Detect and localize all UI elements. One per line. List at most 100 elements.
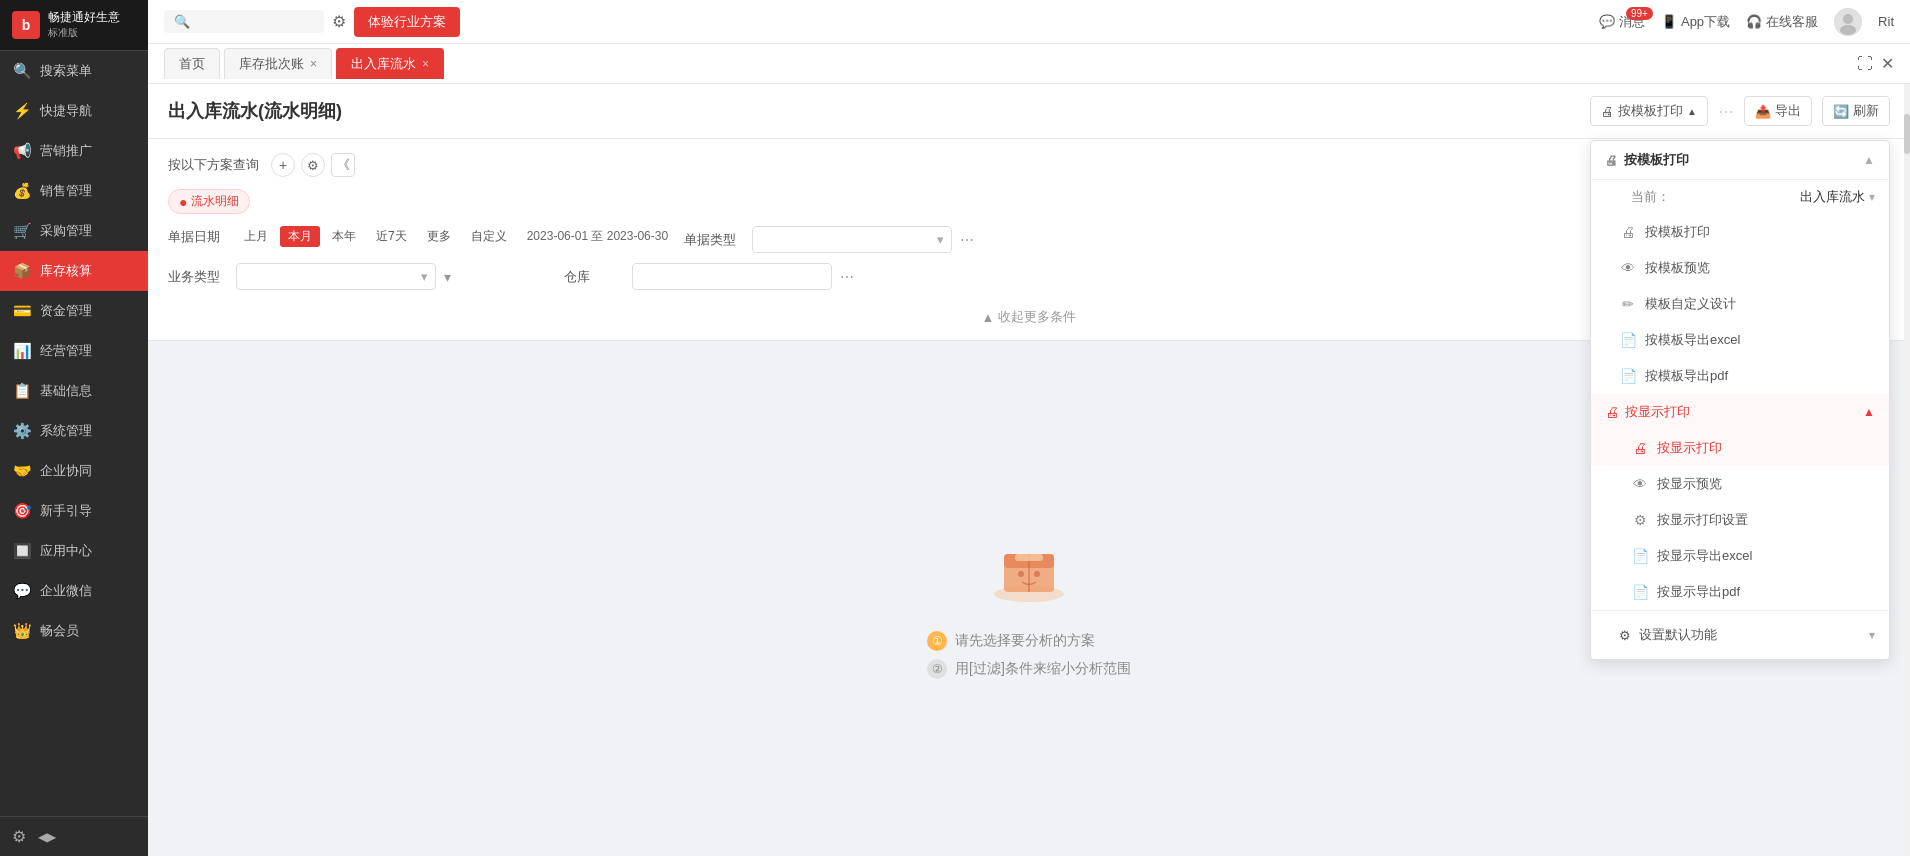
logo-icon: b bbox=[12, 11, 40, 39]
collapse-more-label: 收起更多条件 bbox=[998, 308, 1076, 326]
business-type-select[interactable] bbox=[236, 263, 436, 290]
eye-icon: 👁 bbox=[1619, 260, 1637, 276]
sidebar-item-operation[interactable]: 📊 经营管理 bbox=[0, 331, 148, 371]
sidebar-item-marketing[interactable]: 📢 营销推广 bbox=[0, 131, 148, 171]
print-template-button[interactable]: 🖨 按模板打印 ▲ bbox=[1590, 96, 1708, 126]
card-icon: 💳 bbox=[12, 301, 32, 321]
chart-icon: 📊 bbox=[12, 341, 32, 361]
dp-template-export-pdf[interactable]: 📄 按模板导出pdf bbox=[1591, 358, 1889, 394]
dp-display-export-excel[interactable]: 📄 按显示导出excel bbox=[1591, 538, 1889, 574]
tab-inout-flow-label: 出入库流水 bbox=[351, 55, 416, 73]
display-section-header[interactable]: 🖨 按显示打印 ▲ bbox=[1591, 394, 1889, 430]
sidebar-item-appcenter[interactable]: 🔲 应用中心 bbox=[0, 531, 148, 571]
sidebar-item-system[interactable]: ⚙️ 系统管理 bbox=[0, 411, 148, 451]
tab-inventory-batch[interactable]: 库存批次账 × bbox=[224, 48, 332, 79]
dp-display-preview[interactable]: 👁 按显示预览 bbox=[1591, 466, 1889, 502]
filter-settings-button[interactable]: ⚙ bbox=[301, 153, 325, 177]
message-icon: 💬 bbox=[1599, 14, 1615, 29]
dp-display-print-settings[interactable]: ⚙ 按显示打印设置 bbox=[1591, 502, 1889, 538]
date-btn-current-month[interactable]: 本月 bbox=[280, 226, 320, 247]
sidebar-item-inventory[interactable]: 📦 库存核算 bbox=[0, 251, 148, 291]
dp-template-export-excel[interactable]: 📄 按模板导出excel bbox=[1591, 322, 1889, 358]
message-button[interactable]: 💬 消息 99+ bbox=[1599, 13, 1645, 31]
tab-home[interactable]: 首页 bbox=[164, 48, 220, 79]
dp-set-default-label: 设置默认功能 bbox=[1639, 626, 1717, 644]
megaphone-icon: 📢 bbox=[12, 141, 32, 161]
handshake-icon: 🤝 bbox=[12, 461, 32, 481]
dropdown-current-template: 当前： 出入库流水 ▾ bbox=[1591, 180, 1889, 214]
user-avatar[interactable] bbox=[1834, 8, 1862, 36]
search-input[interactable] bbox=[194, 15, 314, 29]
svg-point-9 bbox=[1034, 571, 1040, 577]
current-arrow-icon: ▾ bbox=[1869, 190, 1875, 204]
sidebar-nav: 🔍 搜索菜单 ⚡ 快捷导航 📢 营销推广 💰 销售管理 🛒 采购管理 📦 bbox=[0, 51, 148, 816]
doc-type-more-btn[interactable]: ⋯ bbox=[960, 232, 974, 248]
flash-icon: ⚡ bbox=[12, 101, 32, 121]
sidebar-item-search[interactable]: 🔍 搜索菜单 bbox=[0, 51, 148, 91]
business-type-more-btn[interactable]: ▾ bbox=[444, 269, 451, 285]
sidebar-item-guide[interactable]: 🎯 新手引导 bbox=[0, 491, 148, 531]
dp-set-default-button[interactable]: ⚙ 设置默认功能 ▾ bbox=[1605, 620, 1875, 650]
sidebar-item-sales[interactable]: 💰 销售管理 bbox=[0, 171, 148, 211]
settings-bottom-icon[interactable]: ⚙ bbox=[12, 827, 26, 846]
right-scrollbar[interactable] bbox=[1904, 84, 1910, 856]
date-btn-custom[interactable]: 自定义 bbox=[463, 226, 515, 247]
dp-template-export-pdf-label: 按模板导出pdf bbox=[1645, 367, 1728, 385]
display-section-arrow: ▲ bbox=[1863, 405, 1875, 419]
date-label: 单据日期 bbox=[168, 228, 228, 246]
collapse-more-button[interactable]: ▲ 收起更多条件 bbox=[982, 308, 1077, 326]
close-tab-area-icon[interactable]: ✕ bbox=[1881, 54, 1894, 73]
refresh-button[interactable]: 🔄 刷新 bbox=[1822, 96, 1890, 126]
industry-solution-button[interactable]: 体验行业方案 bbox=[354, 7, 460, 37]
settings-gear-icon[interactable]: ⚙ bbox=[332, 12, 346, 31]
date-btn-current-year[interactable]: 本年 bbox=[324, 226, 364, 247]
fluid-tag[interactable]: ● 流水明细 bbox=[168, 189, 250, 214]
phone-icon: 📱 bbox=[1661, 14, 1677, 29]
dp-display-print[interactable]: 🖨 按显示打印 bbox=[1591, 430, 1889, 466]
empty-state: ① 请先选择要分析的方案 ② 用[过滤]条件来缩小分析范围 bbox=[927, 519, 1131, 679]
tab-close-inout-flow[interactable]: × bbox=[422, 57, 429, 71]
export-button[interactable]: 📤 导出 bbox=[1744, 96, 1812, 126]
doc-type-select[interactable] bbox=[752, 226, 952, 253]
logo-sub: 标准版 bbox=[48, 26, 120, 40]
dp-template-preview[interactable]: 👁 按模板预览 bbox=[1591, 250, 1889, 286]
right-scrollbar-thumb[interactable] bbox=[1904, 114, 1910, 154]
sidebar-item-cooperation[interactable]: 🤝 企业协同 bbox=[0, 451, 148, 491]
display-section-title: 🖨 按显示打印 bbox=[1605, 403, 1690, 421]
top-search-box[interactable]: 🔍 bbox=[164, 10, 324, 33]
dropdown-collapse-icon[interactable]: ▲ bbox=[1863, 153, 1875, 167]
filter-collapse-button[interactable]: 《 bbox=[331, 153, 355, 177]
date-btn-last-month[interactable]: 上月 bbox=[236, 226, 276, 247]
tab-inout-flow[interactable]: 出入库流水 × bbox=[336, 48, 444, 79]
sidebar-item-finance[interactable]: 💳 资金管理 bbox=[0, 291, 148, 331]
dp-template-print[interactable]: 🖨 按模板打印 bbox=[1591, 214, 1889, 250]
maximize-icon[interactable]: ⛶ bbox=[1857, 55, 1873, 73]
step-2-label: 用[过滤]条件来缩小分析范围 bbox=[955, 660, 1131, 678]
online-service-button[interactable]: 🎧 在线客服 bbox=[1746, 13, 1818, 31]
step-number-1: ① bbox=[927, 631, 947, 651]
fluid-tag-icon: ● bbox=[179, 194, 187, 210]
warehouse-more-btn[interactable]: ⋯ bbox=[840, 269, 854, 285]
dp-display-preview-label: 按显示预览 bbox=[1657, 475, 1722, 493]
dropdown-title: 🖨 按模板打印 bbox=[1605, 151, 1689, 169]
tab-close-inventory-batch[interactable]: × bbox=[310, 57, 317, 71]
dp-template-custom[interactable]: ✏ 模板自定义设计 bbox=[1591, 286, 1889, 322]
sidebar-item-basic[interactable]: 📋 基础信息 bbox=[0, 371, 148, 411]
app-download-button[interactable]: 📱 App下载 bbox=[1661, 13, 1730, 31]
date-btn-last-7-days[interactable]: 近7天 bbox=[368, 226, 415, 247]
sidebar-item-quick-nav[interactable]: ⚡ 快捷导航 bbox=[0, 91, 148, 131]
dp-display-export-pdf[interactable]: 📄 按显示导出pdf bbox=[1591, 574, 1889, 610]
date-btn-more[interactable]: 更多 bbox=[419, 226, 459, 247]
step-number-2: ② bbox=[927, 659, 947, 679]
warehouse-input[interactable] bbox=[632, 263, 832, 290]
dp-template-custom-label: 模板自定义设计 bbox=[1645, 295, 1736, 313]
sidebar-item-purchase[interactable]: 🛒 采购管理 bbox=[0, 211, 148, 251]
sidebar-item-member[interactable]: 👑 畅会员 bbox=[0, 611, 148, 651]
arrow-down-icon-footer: ▾ bbox=[1869, 628, 1875, 642]
filter-add-button[interactable]: + bbox=[271, 153, 295, 177]
empty-illustration bbox=[979, 519, 1079, 619]
date-range-display: 2023-06-01 至 2023-06-30 bbox=[527, 228, 668, 245]
search-icon: 🔍 bbox=[12, 61, 32, 81]
sidebar-item-wechat[interactable]: 💬 企业微信 bbox=[0, 571, 148, 611]
collapse-sidebar-icon[interactable]: ◀▶ bbox=[38, 830, 56, 844]
